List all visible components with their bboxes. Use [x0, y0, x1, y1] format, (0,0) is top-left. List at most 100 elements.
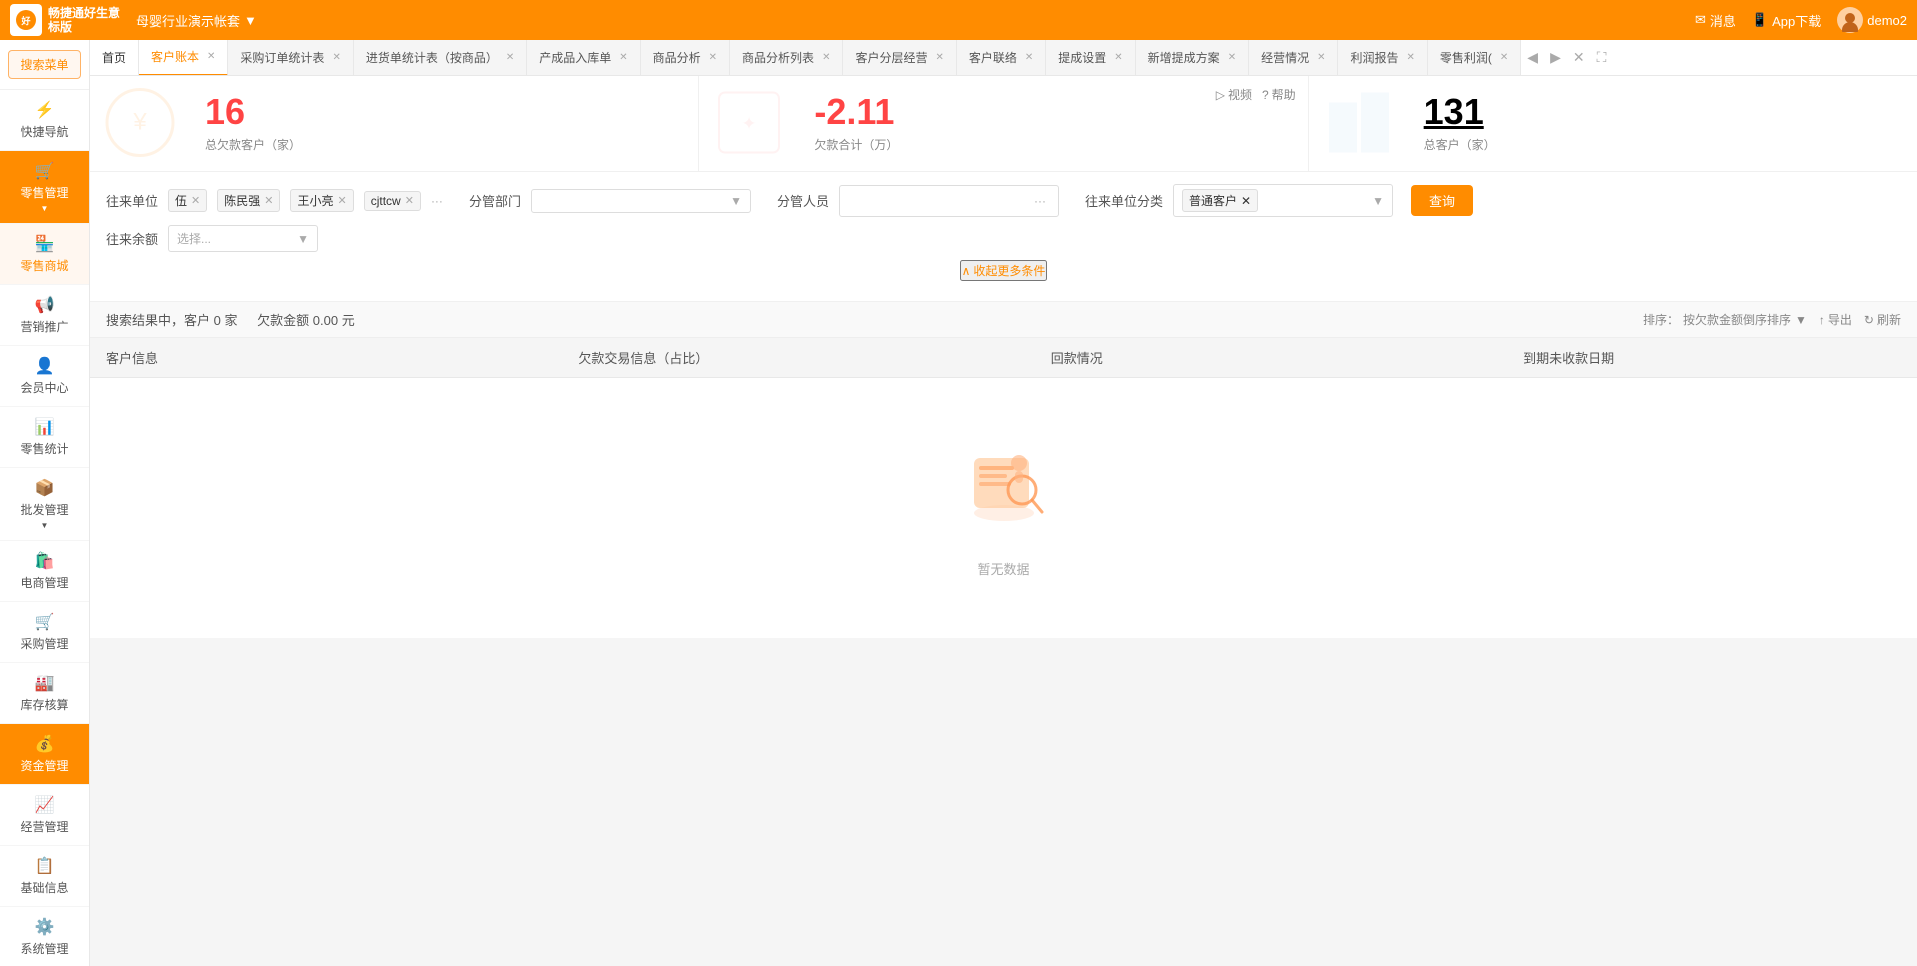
table-header: 客户信息 欠款交易信息（占比） 回款情况 到期未收款日期: [90, 338, 1917, 378]
tab-maximize[interactable]: ⛶: [1591, 49, 1613, 66]
tab-close-all[interactable]: ✕: [1567, 49, 1591, 66]
user-profile[interactable]: demo2: [1837, 7, 1907, 33]
tab-close-icon[interactable]: ✕: [207, 51, 215, 62]
results-info: 搜索结果中，客户 0 家 欠款金额 0.00 元: [106, 310, 355, 329]
query-button[interactable]: 查询: [1411, 185, 1473, 216]
sidebar-item-system[interactable]: ⚙️ 系统管理: [0, 907, 89, 966]
balance-select[interactable]: 选择... ▼: [168, 225, 318, 252]
filter-tag-wu: 伍 ✕: [168, 189, 207, 212]
stats-row: ¥ 16 总欠款客户（家） ✦ -2.1: [90, 76, 1917, 172]
logo-text: 畅捷通好生意 标版: [48, 6, 120, 35]
tab-customer-contact[interactable]: 客户联络 ✕: [957, 40, 1046, 76]
sidebar-item-purchase[interactable]: 🛒 采购管理: [0, 602, 89, 663]
tab-close-icon[interactable]: ✕: [822, 52, 830, 63]
chevron-icon: ▼: [41, 521, 49, 530]
sidebar-item-retail-mgmt[interactable]: 🛒 零售管理 ▼: [0, 151, 89, 224]
basic-info-icon: 📋: [35, 856, 55, 876]
empty-text: 暂无数据: [977, 559, 1029, 578]
inventory-icon: 🏭: [35, 673, 55, 693]
sort-select[interactable]: 排序： 按欠款金额倒序排序 ▼: [1643, 311, 1807, 328]
app-download-btn[interactable]: 📱 App下载: [1752, 11, 1821, 30]
message-btn[interactable]: ✉ 消息: [1695, 11, 1736, 30]
tab-close-icon[interactable]: ✕: [619, 52, 627, 63]
sidebar-search-section: 搜索菜单: [0, 40, 89, 90]
export-button[interactable]: ↑ 导出: [1819, 311, 1852, 328]
sidebar-item-quick-nav[interactable]: ⚡ 快捷导航: [0, 90, 89, 151]
sidebar: 搜索菜单 ⚡ 快捷导航 🛒 零售管理 ▼ 🏪 零售商城 📢 营销推广 👤 会: [0, 40, 90, 966]
filter-tag-cjttcw: cjttcw ✕: [364, 191, 421, 211]
mall-icon: 🏪: [35, 234, 55, 254]
tab-close-icon[interactable]: ✕: [1500, 52, 1508, 63]
tab-close-icon[interactable]: ✕: [1317, 52, 1325, 63]
sidebar-item-operations[interactable]: 📈 经营管理: [0, 785, 89, 846]
collapse-button[interactable]: ∧ 收起更多条件: [960, 260, 1048, 281]
remove-tag-wang[interactable]: ✕: [338, 194, 347, 207]
tab-close-icon[interactable]: ✕: [1228, 52, 1236, 63]
tab-close-icon[interactable]: ✕: [332, 52, 340, 63]
search-menu-button[interactable]: 搜索菜单: [8, 50, 81, 79]
chevron-icon: ▼: [41, 204, 49, 213]
remove-tag-cjttcw[interactable]: ✕: [405, 194, 414, 207]
person-dots-icon[interactable]: ···: [1030, 190, 1050, 212]
tab-new-raise[interactable]: 新增提成方案 ✕: [1136, 40, 1249, 76]
sidebar-item-ecommerce[interactable]: 🛍️ 电商管理: [0, 541, 89, 602]
svg-text:¥: ¥: [132, 108, 147, 135]
tab-inbound-stats[interactable]: 进货单统计表（按商品） ✕: [354, 40, 527, 76]
logo-area[interactable]: 好 畅捷通好生意 标版: [10, 4, 120, 36]
tab-close-icon[interactable]: ✕: [1114, 52, 1122, 63]
phone-icon: 📱: [1752, 12, 1768, 28]
col-header-repay: 回款情况: [1051, 348, 1523, 367]
filter-tag-chen: 陈民强 ✕: [217, 189, 280, 212]
tab-customer-tier[interactable]: 客户分层经营 ✕: [843, 40, 956, 76]
remove-unit-class[interactable]: ✕: [1241, 194, 1251, 208]
balance-label: 往来余额: [106, 229, 158, 248]
purchase-icon: 🛒: [35, 612, 55, 632]
retail-icon: 🛒: [35, 161, 55, 181]
empty-state: 暂无数据: [90, 378, 1917, 638]
tab-scroll-right[interactable]: ▶: [1544, 49, 1567, 66]
tab-purchase-order[interactable]: 采购订单统计表 ✕: [228, 40, 353, 76]
debt-customers-number: 16: [205, 94, 668, 130]
help-link[interactable]: ? 帮助: [1262, 86, 1296, 103]
filter-area: 往来单位 伍 ✕ 陈民强 ✕ 王小亮 ✕: [90, 172, 1917, 302]
tab-scroll-left[interactable]: ◀: [1521, 49, 1544, 66]
tab-close-icon[interactable]: ✕: [506, 52, 514, 63]
filter-more-btn[interactable]: ···: [431, 194, 443, 208]
unit-class-select[interactable]: 普通客户 ✕ ▼: [1173, 184, 1393, 217]
tab-raise-settings[interactable]: 提成设置 ✕: [1046, 40, 1135, 76]
sidebar-item-finance[interactable]: 💰 资金管理: [0, 724, 89, 785]
tab-product-analysis-list[interactable]: 商品分析列表 ✕: [730, 40, 843, 76]
tab-accounts[interactable]: 客户账本 ✕: [139, 40, 228, 76]
page-inner: ¥ 16 总欠款客户（家） ✦ -2.1: [90, 76, 1917, 638]
tab-cost-inbound[interactable]: 产成品入库单 ✕: [527, 40, 640, 76]
empty-illustration: [954, 438, 1054, 547]
tab-close-icon[interactable]: ✕: [709, 52, 717, 63]
avatar: [1837, 7, 1863, 33]
remove-tag-wu[interactable]: ✕: [191, 194, 200, 207]
tab-close-icon[interactable]: ✕: [1407, 52, 1415, 63]
sidebar-item-batch-mgmt[interactable]: 📦 批发管理 ▼: [0, 468, 89, 541]
tab-close-icon[interactable]: ✕: [1025, 52, 1033, 63]
tab-close-icon[interactable]: ✕: [935, 52, 943, 63]
refresh-button[interactable]: ↻ 刷新: [1864, 311, 1901, 328]
sidebar-item-member[interactable]: 👤 会员中心: [0, 346, 89, 407]
sidebar-item-retail-mall[interactable]: 🏪 零售商城: [0, 224, 89, 285]
video-icon: ▷: [1216, 88, 1225, 102]
sidebar-item-retail-stats[interactable]: 📊 零售统计: [0, 407, 89, 468]
sidebar-item-inventory[interactable]: 🏭 库存核算: [0, 663, 89, 724]
export-icon: ↑: [1819, 313, 1825, 327]
filter-tag-wang: 王小亮 ✕: [290, 189, 353, 212]
account-dropdown[interactable]: 母婴行业演示帐套 ▼: [136, 11, 257, 30]
tab-product-analysis[interactable]: 商品分析 ✕: [641, 40, 730, 76]
tab-operations-status[interactable]: 经营情况 ✕: [1249, 40, 1338, 76]
sidebar-item-basic-info[interactable]: 📋 基础信息: [0, 846, 89, 907]
video-link[interactable]: ▷ 视频: [1216, 86, 1252, 103]
tab-retail-profit[interactable]: 零售利润( ✕: [1428, 40, 1521, 76]
remove-tag-chen[interactable]: ✕: [264, 194, 273, 207]
person-select[interactable]: ···: [839, 185, 1059, 217]
dept-select[interactable]: ▼: [531, 189, 751, 213]
stat-block-debt-customers: ¥ 16 总欠款客户（家）: [90, 76, 699, 171]
tab-profit-report[interactable]: 利润报告 ✕: [1338, 40, 1427, 76]
sidebar-item-marketing[interactable]: 📢 营销推广: [0, 285, 89, 346]
tab-home[interactable]: 首页: [90, 40, 139, 76]
